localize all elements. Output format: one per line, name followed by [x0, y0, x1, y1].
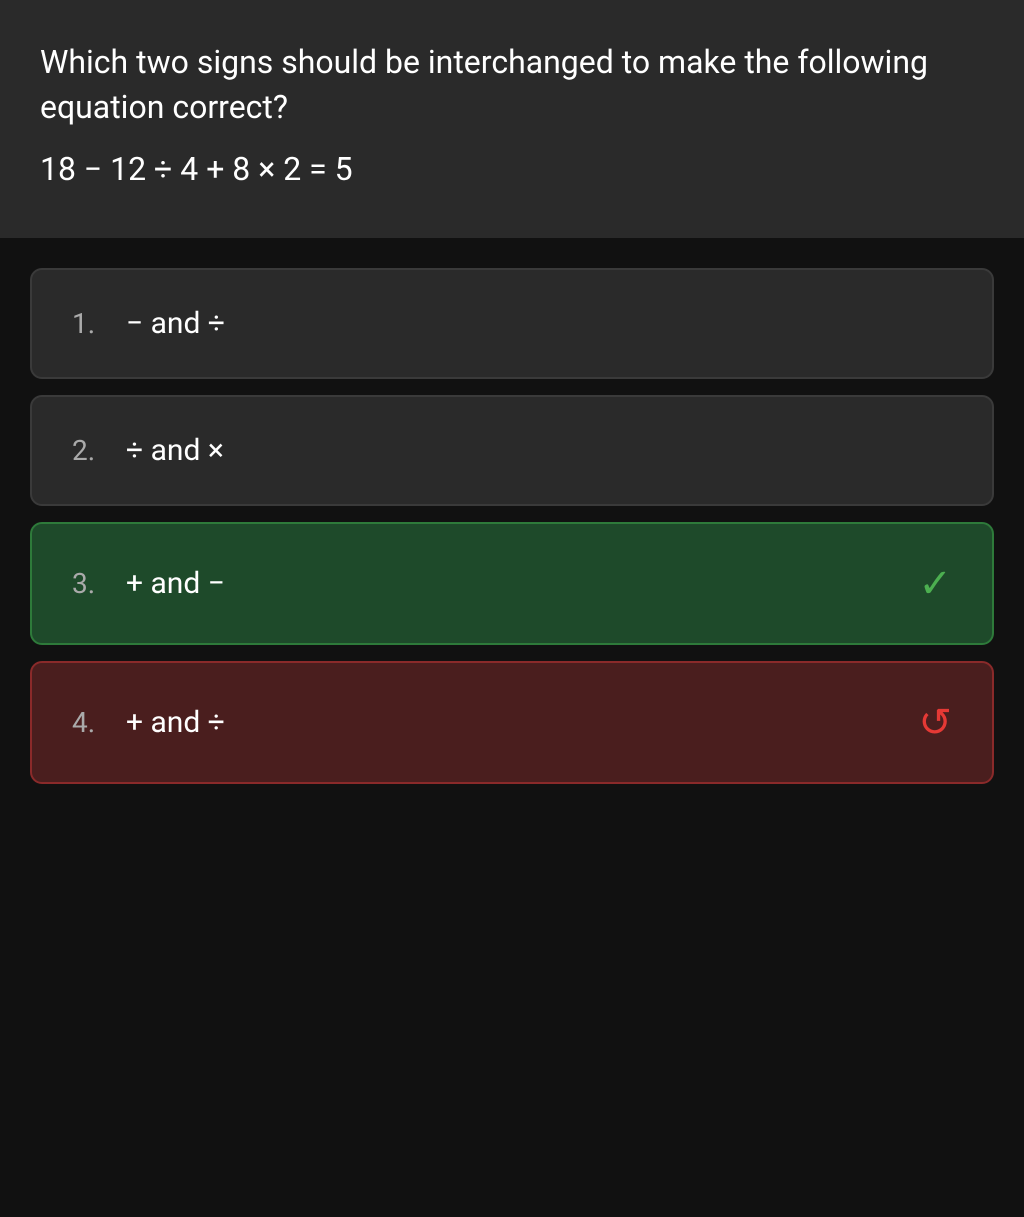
- answer-left-1: 1. − and ÷: [72, 306, 225, 341]
- answer-number-3: 3.: [72, 567, 102, 600]
- answer-text-1: − and ÷: [126, 306, 225, 341]
- answers-section: 1. − and ÷ 2. ÷ and × 3. + and − ✓ 4. + …: [0, 238, 1024, 1217]
- answer-left-4: 4. + and ÷: [72, 705, 225, 740]
- equation: 18 − 12 ÷ 4 + 8 × 2 = 5: [40, 150, 984, 188]
- answer-text-2: ÷ and ×: [126, 433, 224, 468]
- answer-option-4[interactable]: 4. + and ÷ ↺: [30, 661, 994, 784]
- answer-number-2: 2.: [72, 434, 102, 467]
- correct-icon: ✓: [918, 560, 952, 607]
- answer-text-4: + and ÷: [126, 705, 225, 740]
- answer-option-2[interactable]: 2. ÷ and ×: [30, 395, 994, 506]
- answer-number-4: 4.: [72, 706, 102, 739]
- answer-text-3: + and −: [126, 566, 225, 601]
- answer-left-2: 2. ÷ and ×: [72, 433, 224, 468]
- answer-option-3[interactable]: 3. + and − ✓: [30, 522, 994, 645]
- answer-option-1[interactable]: 1. − and ÷: [30, 268, 994, 379]
- question-text: Which two signs should be interchanged t…: [40, 40, 984, 130]
- retry-icon: ↺: [918, 699, 952, 746]
- answer-number-1: 1.: [72, 307, 102, 340]
- answer-left-3: 3. + and −: [72, 566, 225, 601]
- question-section: Which two signs should be interchanged t…: [0, 0, 1024, 238]
